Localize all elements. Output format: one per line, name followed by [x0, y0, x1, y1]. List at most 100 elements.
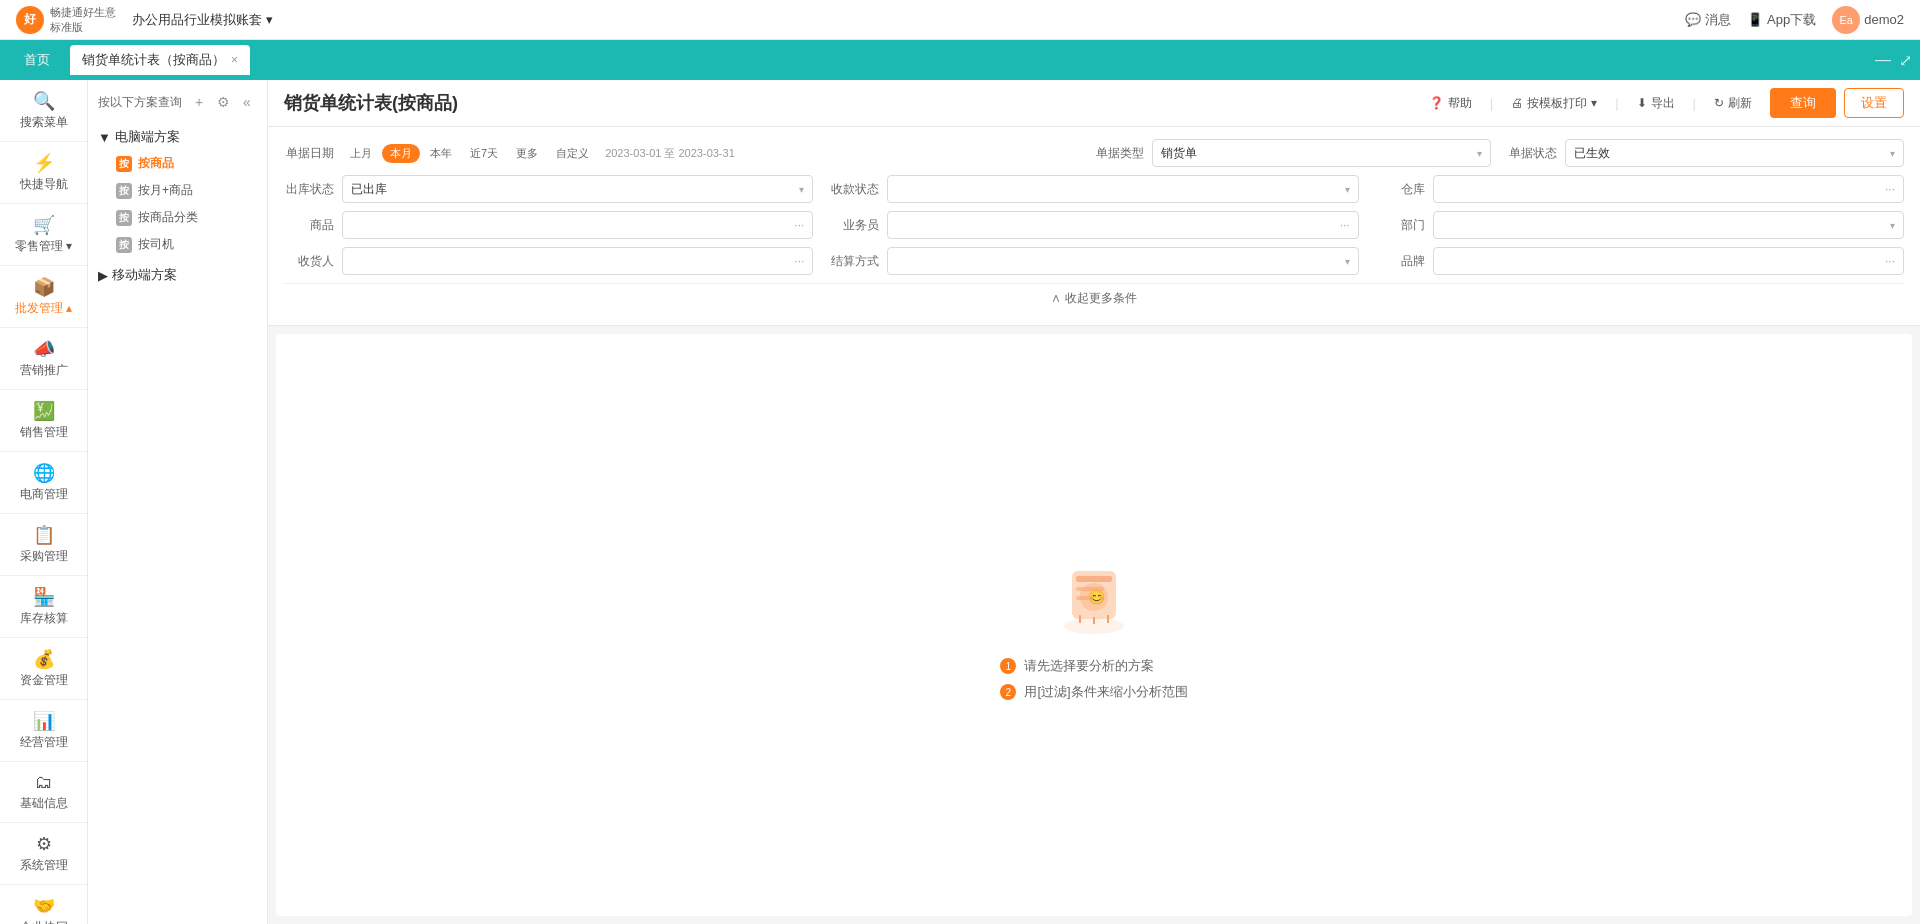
filter-row-1: 单据日期 上月 本月 本年 近7天 更多 自定义 2023-03-01 至 20… [284, 139, 1904, 167]
sidebar-item-wholesale[interactable]: 📦 批发管理 ▴ [0, 266, 87, 328]
scheme-group-pc-header[interactable]: ▼ 电脑端方案 [88, 124, 267, 150]
department-select[interactable]: ▾ [1433, 211, 1904, 239]
collection-status-select[interactable]: ▾ [887, 175, 1358, 203]
user-avatar[interactable]: Ea demo2 [1832, 6, 1904, 34]
sidebar-item-basic[interactable]: 🗂 基础信息 [0, 762, 87, 823]
this-year-button[interactable]: 本年 [422, 144, 460, 163]
chevron-down-icon: ▾ [1890, 148, 1895, 159]
page-header: 销货单统计表(按商品) ❓ 帮助 | 🖨 按模板打印 ▾ | ⬇ [268, 80, 1920, 127]
print-button[interactable]: 🖨 按模板打印 ▾ [1501, 91, 1607, 116]
download-button[interactable]: 📱 App下载 [1747, 11, 1816, 29]
tab-home[interactable]: 首页 [8, 45, 66, 75]
doc-status-field: 单据状态 已生效 ▾ [1507, 139, 1904, 167]
filter-row-3: 商品 ··· 业务员 ··· 部门 [284, 211, 1904, 239]
more-icon: ··· [1340, 218, 1350, 232]
tip-num-2: 2 [1000, 684, 1016, 700]
consignee-input[interactable]: ··· [342, 247, 813, 275]
export-button[interactable]: ⬇ 导出 [1627, 91, 1685, 116]
product-input[interactable]: ··· [342, 211, 813, 239]
brand-field: 品牌 ··· [1375, 247, 1904, 275]
chevron-down-icon: ▾ [1345, 184, 1350, 195]
search-icon: 🔍 [4, 90, 83, 112]
refresh-button[interactable]: ↻ 刷新 [1704, 91, 1762, 116]
scheme-item-by-category[interactable]: 按 按商品分类 [88, 204, 267, 231]
scheme-group-pc: ▼ 电脑端方案 按 按商品 按 按月+商品 按 按商品分类 按 按司机 [88, 120, 267, 262]
tab-close-icon[interactable]: × [231, 53, 238, 67]
sidebar-item-ops[interactable]: 📊 经营管理 [0, 700, 87, 762]
sidebar-item-marketing[interactable]: 📣 营销推广 [0, 328, 87, 390]
sidebar-item-sales[interactable]: 💹 销售管理 [0, 390, 87, 452]
scheme-item-by-product[interactable]: 按 按商品 [88, 150, 267, 177]
settlement-select[interactable]: ▾ [887, 247, 1358, 275]
product-field: 商品 ··· [284, 211, 813, 239]
custom-button[interactable]: 自定义 [548, 144, 597, 163]
sidebar-item-ecommerce[interactable]: 🌐 电商管理 [0, 452, 87, 514]
help-button[interactable]: ❓ 帮助 [1419, 91, 1482, 116]
scheme-panel-icons: + ⚙ « [189, 92, 257, 112]
this-month-button[interactable]: 本月 [382, 144, 420, 163]
sidebar-item-purchase[interactable]: 📋 采购管理 [0, 514, 87, 576]
consignee-label: 收货人 [284, 253, 334, 270]
sidebar: 🔍 搜索菜单 ⚡ 快捷导航 🛒 零售管理 ▾ 📦 批发管理 ▴ 📣 营销推广 💹… [0, 80, 88, 924]
top-bar: 好 畅捷通好生意 标准版 办公用品行业模拟账套 ▾ 💬 消息 📱 App下载 E… [0, 0, 1920, 40]
scheme-item-label: 按商品分类 [138, 209, 198, 226]
brand-input[interactable]: ··· [1433, 247, 1904, 275]
settlement-field: 结算方式 ▾ [829, 247, 1358, 275]
warehouse-input[interactable]: ··· [1433, 175, 1904, 203]
sidebar-item-retail[interactable]: 🛒 零售管理 ▾ [0, 204, 87, 266]
filter-row-4: 收货人 ··· 结算方式 ▾ 品牌 [284, 247, 1904, 275]
sidebar-item-quick-nav[interactable]: ⚡ 快捷导航 [0, 142, 87, 204]
sidebar-item-system[interactable]: ⚙ 系统管理 [0, 823, 87, 885]
corp-icon: 🤝 [4, 895, 83, 917]
warehouse-label: 仓库 [1375, 181, 1425, 198]
sidebar-item-search[interactable]: 🔍 搜索菜单 [0, 80, 87, 142]
message-button[interactable]: 💬 消息 [1685, 11, 1731, 29]
scheme-item-by-cashier[interactable]: 按 按司机 [88, 231, 267, 258]
more-button[interactable]: 更多 [508, 144, 546, 163]
retail-icon: 🛒 [4, 214, 83, 236]
tab-active[interactable]: 销货单统计表（按商品） × [70, 45, 250, 75]
settings-button[interactable]: 设置 [1844, 88, 1904, 118]
doc-type-select[interactable]: 销货单 ▾ [1152, 139, 1491, 167]
more-icon: ··· [794, 218, 804, 232]
filter-row-2: 出库状态 已出库 ▾ 收款状态 ▾ 仓库 [284, 175, 1904, 203]
scheme-item-by-month-product[interactable]: 按 按月+商品 [88, 177, 267, 204]
collapse-conditions-button[interactable]: ∧ 收起更多条件 [284, 283, 1904, 313]
lightning-icon: ⚡ [4, 152, 83, 174]
scheme-collapse-button[interactable]: « [237, 92, 257, 112]
doc-status-label: 单据状态 [1507, 145, 1557, 162]
print-chevron-down-icon: ▾ [1591, 96, 1597, 110]
sales-icon: 💹 [4, 400, 83, 422]
marketing-icon: 📣 [4, 338, 83, 360]
chevron-down-icon: ▾ [1477, 148, 1482, 159]
chevron-down-icon: ▾ [1890, 220, 1895, 231]
sidebar-item-finance[interactable]: 💰 资金管理 [0, 638, 87, 700]
empty-tips: 1 请先选择要分析的方案 2 用[过滤]条件来缩小分析范围 [1000, 657, 1187, 709]
scheme-item-icon: 按 [116, 237, 132, 253]
doc-type-field: 单据类型 销货单 ▾ [1094, 139, 1491, 167]
query-button[interactable]: 查询 [1770, 88, 1836, 118]
print-icon: 🖨 [1511, 96, 1523, 110]
basic-icon: 🗂 [4, 772, 83, 793]
scheme-group-mobile-label: 移动端方案 [112, 266, 177, 284]
sidebar-item-corp[interactable]: 🤝 企业协同 [0, 885, 87, 924]
sidebar-item-inventory[interactable]: 🏪 库存核算 [0, 576, 87, 638]
last-month-button[interactable]: 上月 [342, 144, 380, 163]
collection-status-field: 收款状态 ▾ [829, 175, 1358, 203]
scheme-settings-button[interactable]: ⚙ [213, 92, 233, 112]
tab-expand-button[interactable]: ⤢ [1899, 51, 1912, 70]
scheme-add-button[interactable]: + [189, 92, 209, 112]
doc-status-select[interactable]: 已生效 ▾ [1565, 139, 1904, 167]
chevron-down-icon: ▼ [98, 130, 111, 145]
help-icon: ❓ [1429, 96, 1444, 110]
scheme-item-icon: 按 [116, 156, 132, 172]
salesperson-input[interactable]: ··· [887, 211, 1358, 239]
warehouse-field: 仓库 ··· [1375, 175, 1904, 203]
ecommerce-icon: 🌐 [4, 462, 83, 484]
scheme-item-label: 按商品 [138, 155, 174, 172]
tab-minimize-button[interactable]: — [1875, 51, 1891, 70]
out-status-select[interactable]: 已出库 ▾ [342, 175, 813, 203]
scheme-group-mobile[interactable]: ▶ 移动端方案 [88, 262, 267, 288]
last7-button[interactable]: 近7天 [462, 144, 506, 163]
app-selector[interactable]: 办公用品行业模拟账套 ▾ [124, 11, 281, 29]
